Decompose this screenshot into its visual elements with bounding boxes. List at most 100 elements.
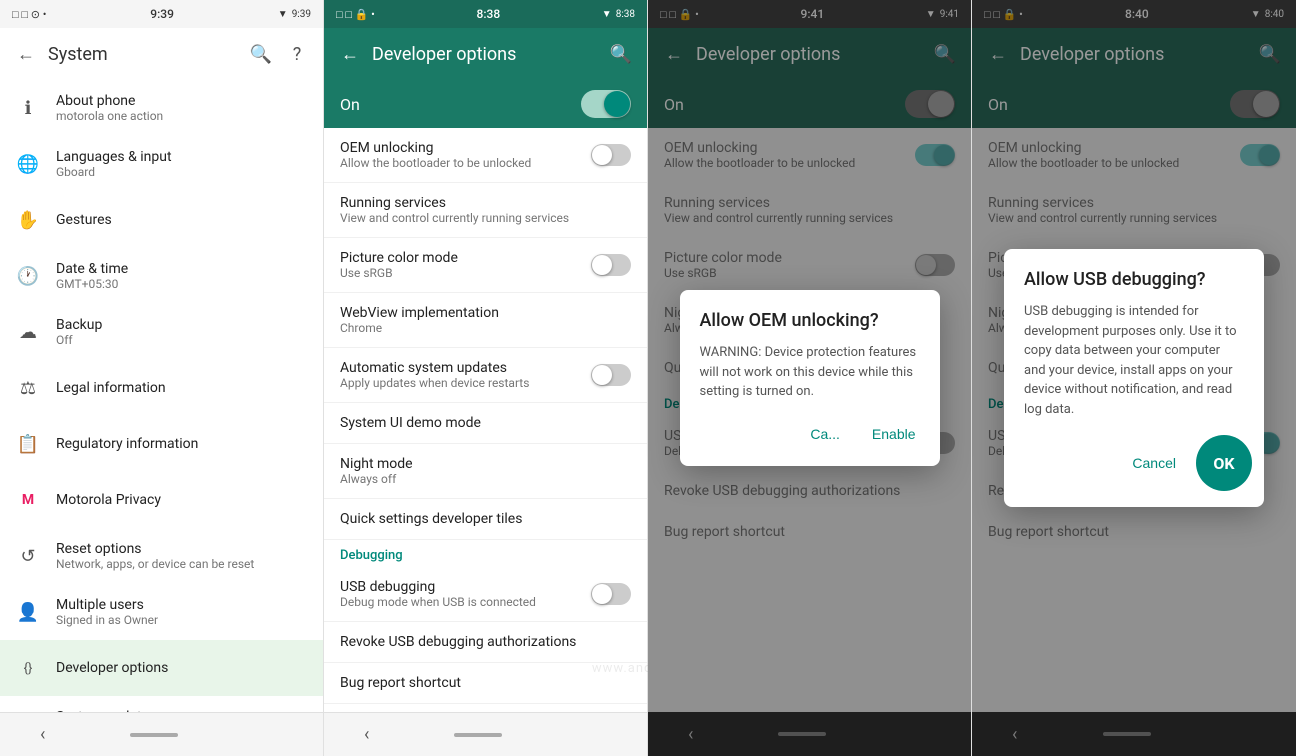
nav-privacy-title: Motorola Privacy (56, 492, 307, 508)
usbdebug-toggle[interactable] (591, 583, 631, 605)
nav-reset-sub: Network, apps, or device can be reset (56, 557, 307, 571)
bottom-bar-2: ‹ (324, 712, 647, 756)
nav-developer-options[interactable]: {} Developer options (0, 640, 323, 696)
back-button[interactable]: ‹ (40, 724, 45, 745)
autoupdate-sub: Apply updates when device restarts (340, 376, 591, 390)
usb-dialog-actions: Cancel OK (1004, 435, 1264, 499)
status-time-2: 8:38 (477, 7, 501, 21)
reset-icon: ↺ (16, 544, 40, 568)
oem-toggle[interactable] (591, 144, 631, 166)
panel-system: □ □ ⊙ • 9:39 ▼ 9:39 ← System 🔍 ? ℹ About… (0, 0, 324, 756)
nav-languages[interactable]: 🌐 Languages & input Gboard (0, 136, 323, 192)
help-icon[interactable]: ? (283, 40, 311, 68)
usb-dialog-body: USB debugging is intended for developmen… (1004, 302, 1264, 435)
nightmode-sub: Always off (340, 472, 631, 486)
autoupdate-title: Automatic system updates (340, 360, 591, 376)
toolbar-dev: ← Developer options 🔍 (324, 28, 647, 80)
oem-title: OEM unlocking (340, 140, 591, 156)
toggle-thumb (604, 91, 630, 117)
debugging-section-label: Debugging (324, 540, 647, 567)
nav-multiple-users[interactable]: 👤 Multiple users Signed in as Owner (0, 584, 323, 640)
nav-users-title: Multiple users (56, 597, 307, 613)
setting-oem-unlocking[interactable]: OEM unlocking Allow the bootloader to be… (324, 128, 647, 183)
oem-dialog-body: WARNING: Device protection features will… (680, 343, 940, 418)
privacy-icon: M (16, 488, 40, 512)
datetime-icon: 🕐 (16, 264, 40, 288)
setting-running-services[interactable]: Running services View and control curren… (324, 183, 647, 238)
status-icons-left: □ □ ⊙ • (12, 8, 46, 21)
toolbar-title: System (48, 44, 239, 65)
nav-reset-title: Reset options (56, 541, 307, 557)
bugreport-title: Bug report shortcut (340, 675, 631, 691)
panel-dev-options: □ □ 🔒 • 8:38 ▼ 8:38 ← Developer options … (324, 0, 648, 756)
nav-about-phone[interactable]: ℹ About phone motorola one action (0, 80, 323, 136)
gesture-icon: ✋ (16, 208, 40, 232)
setting-qs-tiles[interactable]: Quick settings developer tiles (324, 499, 647, 540)
setting-webview[interactable]: WebView implementation Chrome (324, 293, 647, 348)
oem-dialog-actions: Ca... Enable (680, 418, 940, 458)
setting-auto-updates[interactable]: Automatic system updates Apply updates w… (324, 348, 647, 403)
uidemo-title: System UI demo mode (340, 415, 631, 431)
nav-backup-title: Backup (56, 317, 307, 333)
nav-datetime[interactable]: 🕐 Date & time GMT+05:30 (0, 248, 323, 304)
usb-dialog-overlay: Allow USB debugging? USB debugging is in… (972, 0, 1296, 756)
oem-dialog-overlay: Allow OEM unlocking? WARNING: Device pro… (648, 0, 971, 756)
status-icons-left-2: □ □ 🔒 • (336, 8, 375, 21)
nav-legal-title: Legal information (56, 380, 307, 396)
developer-icon: {} (16, 656, 40, 680)
nav-languages-sub: Gboard (56, 165, 307, 179)
nav-list: ℹ About phone motorola one action 🌐 Lang… (0, 80, 323, 712)
dev-on-bar: On (324, 80, 647, 128)
nav-users-sub: Signed in as Owner (56, 613, 307, 627)
nav-dev-title: Developer options (56, 660, 307, 676)
nav-regulatory[interactable]: 📋 Regulatory information (0, 416, 323, 472)
nav-motorola-privacy[interactable]: M Motorola Privacy (0, 472, 323, 528)
nav-datetime-title: Date & time (56, 261, 307, 277)
color-toggle[interactable] (591, 254, 631, 276)
setting-revoke-usb[interactable]: Revoke USB debugging authorizations (324, 622, 647, 663)
nav-legal[interactable]: ⚖ Legal information (0, 360, 323, 416)
back-icon-dev[interactable]: ← (336, 40, 364, 68)
nav-gestures[interactable]: ✋ Gestures (0, 192, 323, 248)
setting-usb-debug[interactable]: USB debugging Debug mode when USB is con… (324, 567, 647, 622)
oem-cancel-button[interactable]: Ca... (798, 418, 852, 450)
nav-reset[interactable]: ↺ Reset options Network, apps, or device… (0, 528, 323, 584)
regulatory-icon: 📋 (16, 432, 40, 456)
toolbar-system: ← System 🔍 ? (0, 28, 323, 80)
legal-icon: ⚖ (16, 376, 40, 400)
nav-regulatory-title: Regulatory information (56, 436, 307, 452)
back-btn-2[interactable]: ‹ (364, 724, 369, 745)
panel-usb-dialog: □ □ 🔒 • 8:40 ▼ 8:40 ← Developer options … (972, 0, 1296, 756)
home-pill[interactable] (130, 733, 178, 737)
nav-system-updates[interactable]: 📱 System updates Updated to Android 9 (0, 696, 323, 712)
usb-ok-button[interactable]: OK (1196, 435, 1252, 491)
home-pill-2[interactable] (454, 733, 502, 737)
nav-about-phone-sub: motorola one action (56, 109, 307, 123)
running-title: Running services (340, 195, 631, 211)
oem-sub: Allow the bootloader to be unlocked (340, 156, 591, 170)
usb-cancel-button[interactable]: Cancel (1120, 447, 1188, 479)
language-icon: 🌐 (16, 152, 40, 176)
panel-oem-dialog: □ □ 🔒 • 9:41 ▼ 9:41 ← Developer options … (648, 0, 972, 756)
setting-ui-demo[interactable]: System UI demo mode (324, 403, 647, 444)
autoupdate-toggle[interactable] (591, 364, 631, 386)
toolbar-dev-title: Developer options (372, 44, 599, 65)
nav-languages-title: Languages & input (56, 149, 307, 165)
color-title: Picture color mode (340, 250, 591, 266)
nav-backup-sub: Off (56, 333, 307, 347)
setting-bug-report[interactable]: Bug report shortcut (324, 663, 647, 704)
search-icon-dev[interactable]: 🔍 (607, 40, 635, 68)
back-icon[interactable]: ← (12, 40, 40, 68)
usb-dialog: Allow USB debugging? USB debugging is in… (1004, 249, 1264, 507)
setting-picture-color[interactable]: Picture color mode Use sRGB (324, 238, 647, 293)
search-icon[interactable]: 🔍 (247, 40, 275, 68)
users-icon: 👤 (16, 600, 40, 624)
bottom-bar-1: ‹ (0, 712, 323, 756)
nav-backup[interactable]: ☁ Backup Off (0, 304, 323, 360)
oem-enable-button[interactable]: Enable (860, 418, 928, 450)
setting-night-mode[interactable]: Night mode Always off (324, 444, 647, 499)
nav-gestures-title: Gestures (56, 212, 307, 228)
usbdebug-sub: Debug mode when USB is connected (340, 595, 591, 609)
status-bar-2: □ □ 🔒 • 8:38 ▼ 8:38 (324, 0, 647, 28)
dev-on-toggle[interactable] (581, 90, 631, 118)
